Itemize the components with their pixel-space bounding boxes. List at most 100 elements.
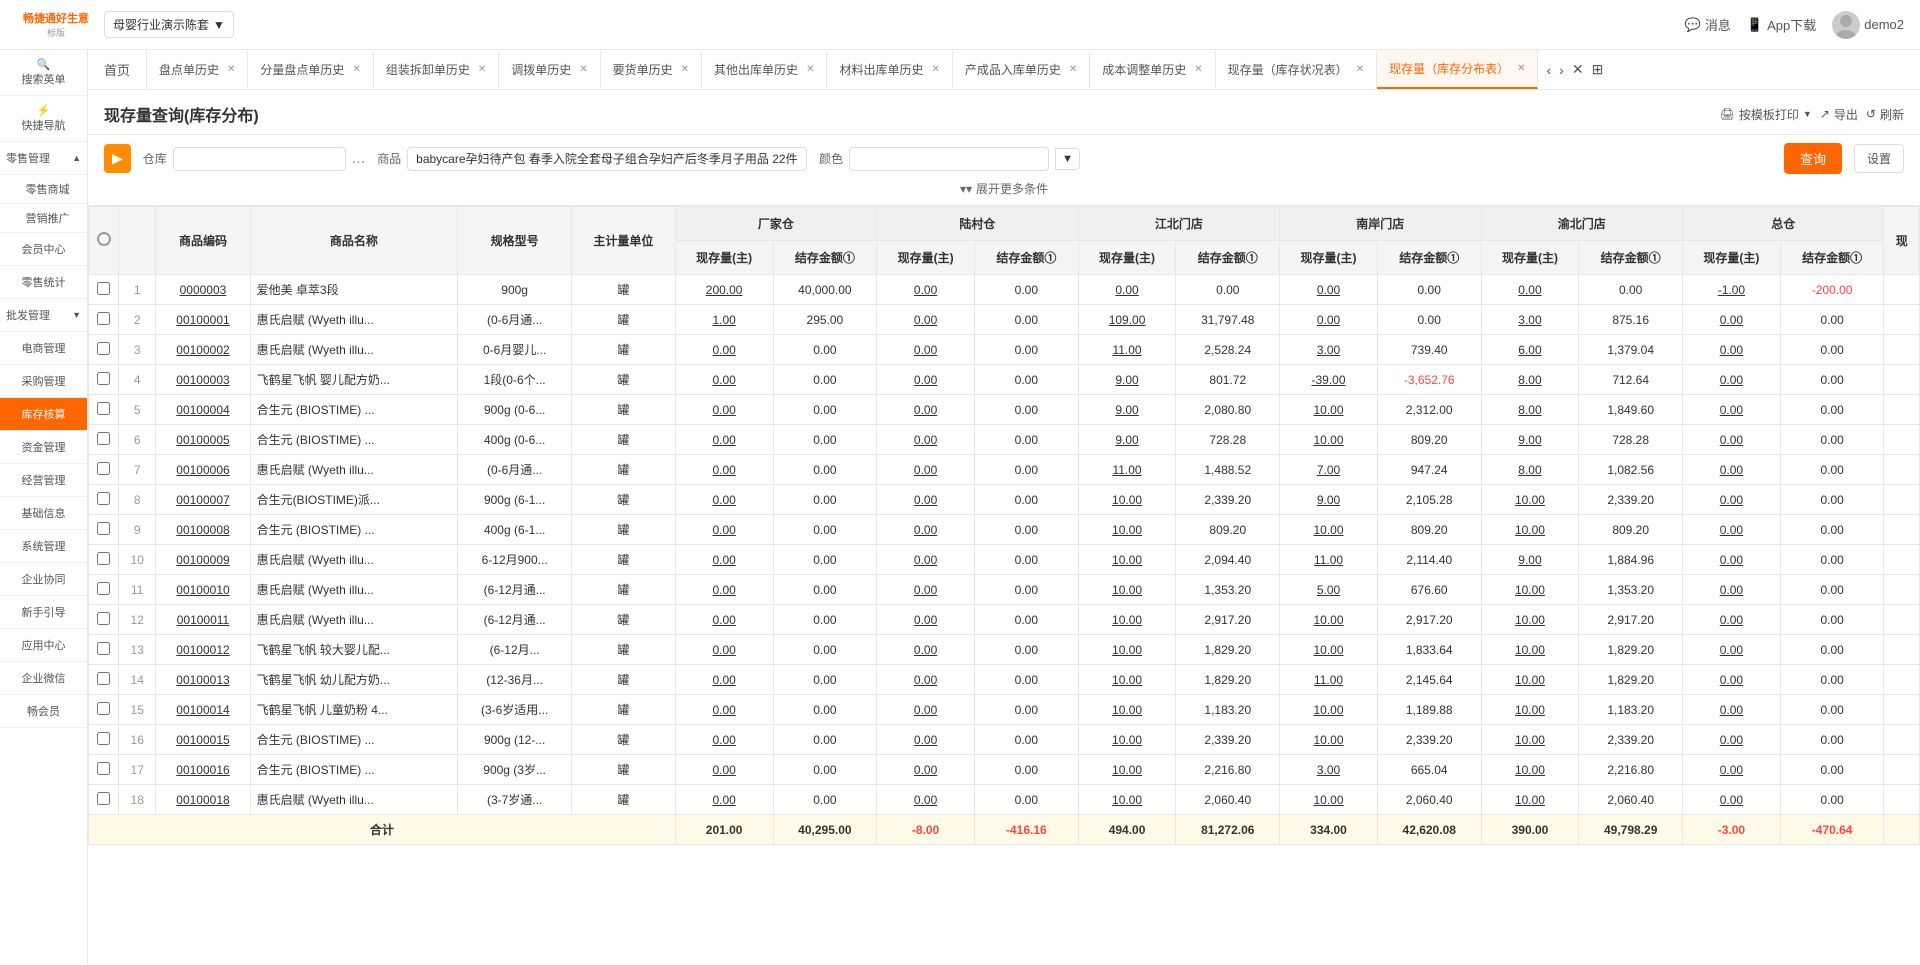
td-check[interactable] bbox=[89, 395, 119, 425]
sidebar-item-nav[interactable]: ⚡ 快捷导航 bbox=[0, 96, 87, 142]
tab-close-product-in[interactable]: ✕ bbox=[1069, 64, 1077, 75]
sidebar-item-purchase[interactable]: 采购管理 bbox=[0, 365, 87, 398]
td-current bbox=[1884, 455, 1920, 485]
td-check[interactable] bbox=[89, 755, 119, 785]
tab-order[interactable]: 要货单历史 ✕ bbox=[601, 51, 702, 88]
tab-close-stock-status[interactable]: ✕ bbox=[1356, 64, 1364, 75]
th-fj-qty: 现存量(主) bbox=[675, 241, 773, 275]
sidebar-item-search[interactable]: 🔍 搜索英单 bbox=[0, 50, 87, 96]
td-check[interactable] bbox=[89, 695, 119, 725]
sidebar-item-ecommerce[interactable]: 电商管理 bbox=[0, 332, 87, 365]
td-fj-qty: 0.00 bbox=[675, 545, 773, 575]
tab-prev-btn[interactable]: ‹ bbox=[1542, 58, 1555, 82]
td-check[interactable] bbox=[89, 785, 119, 815]
td-yb-amt: 1,829.20 bbox=[1579, 635, 1683, 665]
tab-close-material[interactable]: ✕ bbox=[931, 64, 939, 75]
td-unit: 罐 bbox=[572, 785, 676, 815]
color-dropdown-icon[interactable]: ▼ bbox=[1055, 148, 1080, 170]
refresh-btn[interactable]: ↺ 刷新 bbox=[1866, 106, 1904, 123]
tab-close-stock-dist[interactable]: ✕ bbox=[1517, 63, 1525, 74]
goods-input[interactable] bbox=[407, 147, 807, 171]
warehouse-dots[interactable]: ... bbox=[352, 150, 365, 168]
sidebar-item-member[interactable]: 会员中心 bbox=[0, 233, 87, 266]
tab-close-cost-adjust[interactable]: ✕ bbox=[1194, 64, 1202, 75]
sidebar-item-finance[interactable]: 资金管理 bbox=[0, 431, 87, 464]
td-check[interactable] bbox=[89, 275, 119, 305]
sidebar-item-operations[interactable]: 经营管理 bbox=[0, 464, 87, 497]
sidebar-item-member2[interactable]: 畅会员 bbox=[0, 695, 87, 728]
td-yb-qty: 9.00 bbox=[1481, 545, 1579, 575]
sidebar-item-wechat[interactable]: 企业微信 bbox=[0, 662, 87, 695]
tab-product-in[interactable]: 产成品入库单历史 ✕ bbox=[953, 51, 1090, 88]
td-fj-qty: 0.00 bbox=[675, 575, 773, 605]
td-na-qty: 11.00 bbox=[1280, 545, 1378, 575]
td-check[interactable] bbox=[89, 365, 119, 395]
tab-cost-adjust[interactable]: 成本调整单历史 ✕ bbox=[1090, 51, 1215, 88]
tab-close-stocktake[interactable]: ✕ bbox=[227, 64, 235, 75]
industry-selector[interactable]: 母婴行业演示陈套 ▼ bbox=[104, 11, 234, 38]
sidebar-item-mall[interactable]: 零售商城 bbox=[0, 175, 87, 204]
tab-assembly[interactable]: 组装拆卸单历史 ✕ bbox=[374, 51, 499, 88]
td-num: 16 bbox=[119, 725, 156, 755]
sidebar-item-retail[interactable]: 零售管理 ▲ bbox=[0, 142, 87, 175]
sidebar-item-collab[interactable]: 企业协同 bbox=[0, 563, 87, 596]
sidebar-item-wholesale[interactable]: 批发管理 ▼ bbox=[0, 299, 87, 332]
sidebar-item-inventory[interactable]: 库存核算 bbox=[0, 398, 87, 431]
td-lc-amt: 0.00 bbox=[975, 785, 1079, 815]
tab-next-btn[interactable]: › bbox=[1555, 58, 1568, 82]
td-name: 飞鹤星飞帆 儿童奶粉 4... bbox=[250, 695, 458, 725]
td-na-qty: 9.00 bbox=[1280, 485, 1378, 515]
sidebar-item-appcenter[interactable]: 应用中心 bbox=[0, 629, 87, 662]
td-check[interactable] bbox=[89, 425, 119, 455]
message-btn[interactable]: 💬 消息 bbox=[1685, 15, 1731, 34]
collapse-btn[interactable]: ▶ bbox=[104, 144, 131, 173]
tab-close-outbound[interactable]: ✕ bbox=[806, 64, 814, 75]
tab-expand-btn[interactable]: ⊞ bbox=[1588, 57, 1608, 82]
td-check[interactable] bbox=[89, 455, 119, 485]
query-btn[interactable]: 查询 bbox=[1784, 143, 1842, 174]
filter-expand-row: ▾▾ 展开更多条件 bbox=[104, 180, 1904, 197]
td-unit: 罐 bbox=[572, 665, 676, 695]
color-input[interactable] bbox=[849, 147, 1049, 171]
tab-stock-status[interactable]: 现存量（库存状况表） ✕ bbox=[1216, 51, 1377, 88]
warehouse-input[interactable] bbox=[173, 147, 346, 171]
top-bar-right: 💬 消息 📱 App下载 demo2 bbox=[1685, 11, 1904, 39]
sidebar-item-retail-stats[interactable]: 零售统计 bbox=[0, 266, 87, 299]
expand-filter-btn[interactable]: ▾▾ 展开更多条件 bbox=[960, 180, 1048, 197]
td-name: 合生元 (BIOSTIME) ... bbox=[250, 755, 458, 785]
td-check[interactable] bbox=[89, 665, 119, 695]
user-menu[interactable]: demo2 bbox=[1832, 11, 1904, 39]
td-check[interactable] bbox=[89, 545, 119, 575]
td-total-qty: 0.00 bbox=[1682, 665, 1780, 695]
td-check[interactable] bbox=[89, 485, 119, 515]
filter-area: ▶ 仓库 ... 商品 颜色 ▼ 查询 设置 bbox=[88, 135, 1920, 206]
td-check[interactable] bbox=[89, 575, 119, 605]
tab-stock-dist[interactable]: 现存量（库存分布表） ✕ bbox=[1377, 50, 1538, 89]
setting-btn[interactable]: 设置 bbox=[1854, 144, 1904, 173]
sidebar-item-basic[interactable]: 基础信息 bbox=[0, 497, 87, 530]
tab-material[interactable]: 材料出库单历史 ✕ bbox=[827, 51, 952, 88]
td-check[interactable] bbox=[89, 515, 119, 545]
td-check[interactable] bbox=[89, 605, 119, 635]
sidebar-item-guide[interactable]: 新手引导 bbox=[0, 596, 87, 629]
tab-close-assembly[interactable]: ✕ bbox=[478, 64, 486, 75]
td-check[interactable] bbox=[89, 725, 119, 755]
sidebar-item-system[interactable]: 系统管理 bbox=[0, 530, 87, 563]
tab-stocktake2[interactable]: 分量盘点单历史 ✕ bbox=[248, 51, 373, 88]
tab-close-transfer[interactable]: ✕ bbox=[579, 64, 587, 75]
tab-close-stocktake2[interactable]: ✕ bbox=[352, 64, 360, 75]
td-fj-qty: 0.00 bbox=[675, 695, 773, 725]
td-check[interactable] bbox=[89, 635, 119, 665]
td-check[interactable] bbox=[89, 335, 119, 365]
app-download-btn[interactable]: 📱 App下载 bbox=[1747, 15, 1816, 34]
tab-transfer[interactable]: 调拨单历史 ✕ bbox=[499, 51, 600, 88]
tab-close-order[interactable]: ✕ bbox=[681, 64, 689, 75]
tab-stocktake[interactable]: 盘点单历史 ✕ bbox=[147, 51, 248, 88]
td-check[interactable] bbox=[89, 305, 119, 335]
tab-outbound[interactable]: 其他出库单历史 ✕ bbox=[702, 51, 827, 88]
tab-close-all-btn[interactable]: ✕ bbox=[1568, 57, 1588, 82]
sidebar-item-marketing[interactable]: 营销推广 bbox=[0, 204, 87, 233]
print-btn[interactable]: 🖨 按模板打印 ▼ bbox=[1720, 106, 1812, 123]
export-btn[interactable]: ↗ 导出 bbox=[1820, 106, 1858, 123]
tab-home[interactable]: 首页 bbox=[88, 50, 147, 89]
